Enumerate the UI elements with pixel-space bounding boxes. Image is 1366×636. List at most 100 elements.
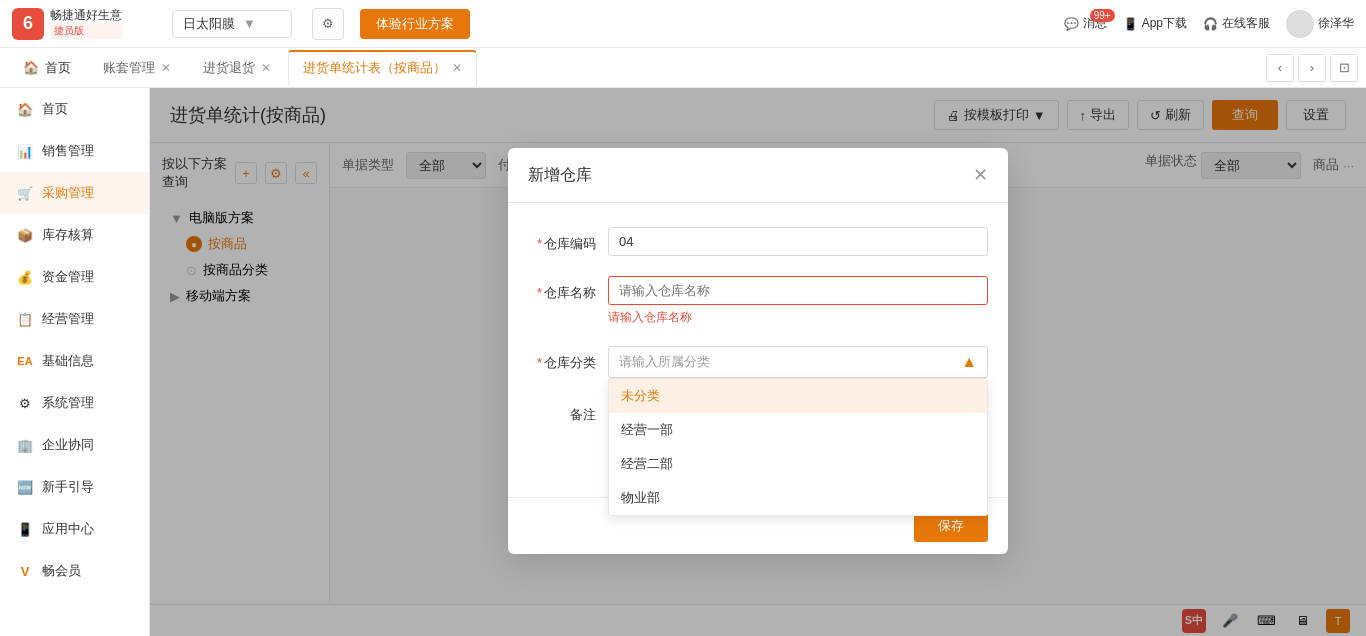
dropdown-option-1[interactable]: 经营一部 — [609, 413, 987, 447]
top-nav: 6 畅捷通好生意 捷员版 日太阳膜 ▼ ⚙ 体验行业方案 💬 消息 99+ 📱 … — [0, 0, 1366, 48]
operation-icon: 📋 — [16, 310, 34, 328]
modal-title: 新增仓库 — [528, 165, 592, 186]
logo-icon: 6 — [12, 8, 44, 40]
appcenter-icon: 📱 — [16, 520, 34, 538]
app-download-item[interactable]: 📱 App下载 — [1123, 15, 1187, 32]
sidebar-basic-label: 基础信息 — [42, 352, 94, 370]
store-selector[interactable]: 日太阳膜 ▼ — [172, 10, 292, 38]
tab-account[interactable]: 账套管理 ✕ — [88, 50, 186, 86]
sidebar-item-enterprise[interactable]: 🏢 企业协同 — [0, 424, 149, 466]
category-dropdown-list: 未分类 经营一部 经营二部 物业部 — [608, 378, 988, 516]
tab-purchase-return-close[interactable]: ✕ — [261, 61, 271, 75]
name-input[interactable] — [608, 276, 988, 305]
sidebar-home-label: 首页 — [42, 100, 68, 118]
tab-purchase-stats-label: 进货单统计表（按商品） — [303, 59, 446, 77]
tab-purchase-stats[interactable]: 进货单统计表（按商品） ✕ — [288, 50, 477, 86]
dropdown-option-3[interactable]: 物业部 — [609, 481, 987, 515]
tab-purchase-return[interactable]: 进货退货 ✕ — [188, 50, 286, 86]
sidebar-purchase-label: 采购管理 — [42, 184, 94, 202]
form-row-name: 仓库名称 请输入仓库名称 — [528, 276, 988, 326]
sidebar-item-purchase[interactable]: 🛒 采购管理 — [0, 172, 149, 214]
finance-icon: 💰 — [16, 268, 34, 286]
tab-next-button[interactable]: › — [1298, 54, 1326, 82]
sidebar-item-sales[interactable]: 📊 销售管理 — [0, 130, 149, 172]
message-badge: 99+ — [1090, 9, 1115, 22]
sidebar-vip-label: 畅会员 — [42, 562, 81, 580]
sidebar-system-label: 系统管理 — [42, 394, 94, 412]
user-item[interactable]: 徐泽华 — [1286, 10, 1354, 38]
guide-icon: 🆕 — [16, 478, 34, 496]
gear-button[interactable]: ⚙ — [312, 8, 344, 40]
modal-overlay: 新增仓库 ✕ 仓库编码 仓库名称 — [150, 88, 1366, 636]
sidebar-item-inventory[interactable]: 📦 库存核算 — [0, 214, 149, 256]
sidebar-appcenter-label: 应用中心 — [42, 520, 94, 538]
sidebar-item-operation[interactable]: 📋 经营管理 — [0, 298, 149, 340]
sidebar-inventory-label: 库存核算 — [42, 226, 94, 244]
top-nav-center: ⚙ 体验行业方案 — [292, 8, 1064, 40]
tab-account-label: 账套管理 — [103, 59, 155, 77]
sidebar-enterprise-label: 企业协同 — [42, 436, 94, 454]
form-row-code: 仓库编码 — [528, 227, 988, 256]
logo-text: 畅捷通好生意 — [50, 8, 122, 24]
headset-icon: 🎧 — [1203, 17, 1218, 31]
avatar — [1286, 10, 1314, 38]
sidebar-item-appcenter[interactable]: 📱 应用中心 — [0, 508, 149, 550]
category-select[interactable]: 请输入所属分类 ▲ — [608, 346, 988, 378]
mobile-icon: 📱 — [1123, 17, 1138, 31]
name-field-wrap: 请输入仓库名称 — [608, 276, 988, 326]
tab-home-label: 首页 — [45, 59, 71, 77]
tab-purchase-stats-close[interactable]: ✕ — [452, 61, 462, 75]
tab-home[interactable]: 🏠 首页 — [8, 50, 86, 86]
sidebar-item-system[interactable]: ⚙ 系统管理 — [0, 382, 149, 424]
modal-header: 新增仓库 ✕ — [508, 148, 1008, 203]
inventory-icon: 📦 — [16, 226, 34, 244]
app-download-label: App下载 — [1142, 15, 1187, 32]
tab-bar: 🏠 首页 账套管理 ✕ 进货退货 ✕ 进货单统计表（按商品） ✕ ‹ › ⊡ — [0, 48, 1366, 88]
home-sidebar-icon: 🏠 — [16, 100, 34, 118]
tab-prev-button[interactable]: ‹ — [1266, 54, 1294, 82]
notes-label: 备注 — [528, 398, 608, 424]
sidebar-item-guide[interactable]: 🆕 新手引导 — [0, 466, 149, 508]
code-field-wrap — [608, 227, 988, 256]
sidebar-finance-label: 资金管理 — [42, 268, 94, 286]
category-field-wrap: 请输入所属分类 ▲ 未分类 经营一部 经营二部 物业部 — [608, 346, 988, 378]
tab-account-close[interactable]: ✕ — [161, 61, 171, 75]
trial-button[interactable]: 体验行业方案 — [360, 9, 470, 39]
top-nav-right: 💬 消息 99+ 📱 App下载 🎧 在线客服 徐泽华 — [1064, 10, 1354, 38]
main-layout: 🏠 首页 📊 销售管理 🛒 采购管理 📦 库存核算 💰 资金管理 📋 经营管理 … — [0, 88, 1366, 636]
name-label: 仓库名称 — [528, 276, 608, 302]
dropdown-option-2[interactable]: 经营二部 — [609, 447, 987, 481]
sidebar-item-home[interactable]: 🏠 首页 — [0, 88, 149, 130]
category-placeholder: 请输入所属分类 — [619, 353, 710, 371]
basic-icon: EA — [16, 352, 34, 370]
code-label: 仓库编码 — [528, 227, 608, 253]
sidebar-item-finance[interactable]: 💰 资金管理 — [0, 256, 149, 298]
sidebar-operation-label: 经营管理 — [42, 310, 94, 328]
dropdown-option-0[interactable]: 未分类 — [609, 379, 987, 413]
sales-icon: 📊 — [16, 142, 34, 160]
purchase-icon: 🛒 — [16, 184, 34, 202]
logo-badge: 捷员版 — [50, 23, 122, 39]
home-icon: 🏠 — [23, 60, 39, 75]
online-service-item[interactable]: 🎧 在线客服 — [1203, 15, 1270, 32]
system-icon: ⚙ — [16, 394, 34, 412]
store-dropdown-icon: ▼ — [243, 16, 256, 31]
vip-icon: V — [16, 562, 34, 580]
category-label: 仓库分类 — [528, 346, 608, 372]
enterprise-icon: 🏢 — [16, 436, 34, 454]
sidebar-item-vip[interactable]: V 畅会员 — [0, 550, 149, 592]
modal-body: 仓库编码 仓库名称 请输入仓库名称 — [508, 203, 1008, 497]
code-input[interactable] — [608, 227, 988, 256]
tab-purchase-return-label: 进货退货 — [203, 59, 255, 77]
message-nav-item[interactable]: 💬 消息 99+ — [1064, 15, 1107, 32]
tab-expand-button[interactable]: ⊡ — [1330, 54, 1358, 82]
form-row-category: 仓库分类 请输入所属分类 ▲ 未分类 经营一部 经营二部 物业 — [528, 346, 988, 378]
tab-bar-right: ‹ › ⊡ — [1266, 54, 1358, 82]
sidebar-item-basic[interactable]: EA 基础信息 — [0, 340, 149, 382]
sidebar: 🏠 首页 📊 销售管理 🛒 采购管理 📦 库存核算 💰 资金管理 📋 经营管理 … — [0, 88, 150, 636]
sidebar-sales-label: 销售管理 — [42, 142, 94, 160]
sidebar-guide-label: 新手引导 — [42, 478, 94, 496]
modal-close-button[interactable]: ✕ — [973, 164, 988, 186]
category-dropdown-arrow: ▲ — [961, 353, 977, 371]
username: 徐泽华 — [1318, 15, 1354, 32]
